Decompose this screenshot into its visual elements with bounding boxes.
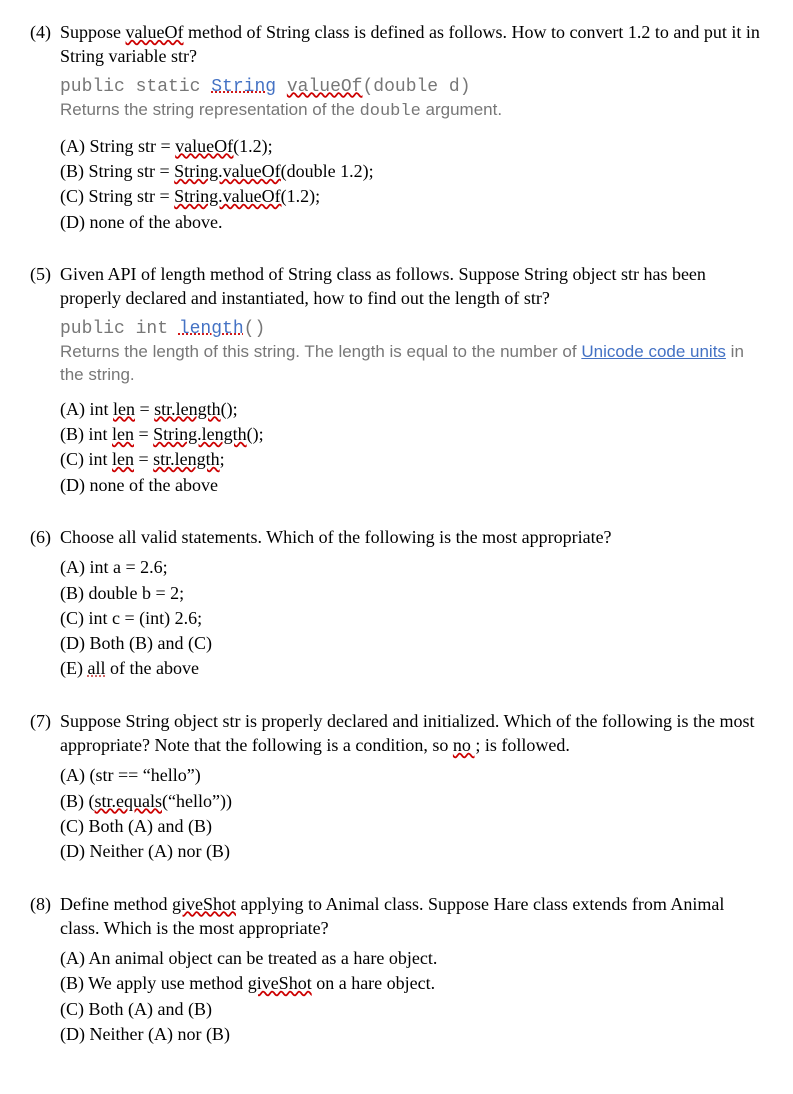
api-description: Returns the string representation of the… [60, 99, 763, 124]
option-a: (A) int len = str.length(); [60, 397, 763, 421]
option-a: (A) An animal object can be treated as a… [60, 946, 763, 970]
wavy-text: valueOf [287, 77, 363, 97]
option-c: (C) Both (A) and (B) [60, 997, 763, 1021]
q6-options: (A) int a = 2.6; (B) double b = 2; (C) i… [60, 555, 763, 680]
option-a: (A) int a = 2.6; [60, 555, 763, 579]
q5-options: (A) int len = str.length(); (B) int len … [60, 397, 763, 497]
option-d: (D) none of the above. [60, 210, 763, 234]
question-7: (7) Suppose String object str is properl… [30, 709, 763, 864]
q8-text: Define method giveShot applying to Anima… [60, 892, 763, 941]
q5-number: (5) [30, 262, 60, 311]
api-link[interactable]: String [211, 77, 276, 97]
q6-prompt: (6) Choose all valid statements. Which o… [30, 525, 763, 549]
q7-text: Suppose String object str is properly de… [60, 709, 763, 758]
q4-prompt: (4) Suppose valueOf method of String cla… [30, 20, 763, 69]
option-b: (B) We apply use method giveShot on a ha… [60, 971, 763, 995]
q7-options: (A) (str == “hello”) (B) (str.equals(“he… [60, 763, 763, 863]
option-a: (A) (str == “hello”) [60, 763, 763, 787]
option-b: (B) String str = String.valueOf(double 1… [60, 159, 763, 183]
api-signature: public static String valueOf(double d) [60, 75, 763, 99]
q8-options: (A) An animal object can be treated as a… [60, 946, 763, 1046]
q4-options: (A) String str = valueOf(1.2); (B) Strin… [60, 134, 763, 234]
q5-text: Given API of length method of String cla… [60, 262, 763, 311]
q6-number: (6) [30, 525, 60, 549]
option-a: (A) String str = valueOf(1.2); [60, 134, 763, 158]
question-6: (6) Choose all valid statements. Which o… [30, 525, 763, 681]
option-b: (B) int len = String.length(); [60, 422, 763, 446]
option-c: (C) String str = String.valueOf(1.2); [60, 184, 763, 208]
option-d: (D) Neither (A) nor (B) [60, 1022, 763, 1046]
q7-prompt: (7) Suppose String object str is properl… [30, 709, 763, 758]
api-link[interactable]: Unicode code units [581, 342, 726, 361]
option-b: (B) (str.equals(“hello”)) [60, 789, 763, 813]
option-d: (D) Both (B) and (C) [60, 631, 763, 655]
q4-text: Suppose valueOf method of String class i… [60, 20, 763, 69]
question-8: (8) Define method giveShot applying to A… [30, 892, 763, 1047]
option-b: (B) double b = 2; [60, 581, 763, 605]
api-signature: public int length() [60, 317, 763, 341]
wavy-text: valueOf [126, 22, 184, 42]
q7-number: (7) [30, 709, 60, 758]
option-d: (D) Neither (A) nor (B) [60, 839, 763, 863]
question-4: (4) Suppose valueOf method of String cla… [30, 20, 763, 234]
q5-api: public int length() Returns the length o… [60, 317, 763, 387]
option-d: (D) none of the above [60, 473, 763, 497]
option-c: (C) int len = str.length; [60, 447, 763, 471]
q5-prompt: (5) Given API of length method of String… [30, 262, 763, 311]
option-c: (C) Both (A) and (B) [60, 814, 763, 838]
q8-number: (8) [30, 892, 60, 941]
api-link[interactable]: length [179, 319, 244, 339]
option-c: (C) int c = (int) 2.6; [60, 606, 763, 630]
question-5: (5) Given API of length method of String… [30, 262, 763, 497]
option-e: (E) all of the above [60, 656, 763, 680]
api-description: Returns the length of this string. The l… [60, 341, 763, 387]
q4-api: public static String valueOf(double d) R… [60, 75, 763, 124]
q8-prompt: (8) Define method giveShot applying to A… [30, 892, 763, 941]
q4-number: (4) [30, 20, 60, 69]
q6-text: Choose all valid statements. Which of th… [60, 525, 763, 549]
